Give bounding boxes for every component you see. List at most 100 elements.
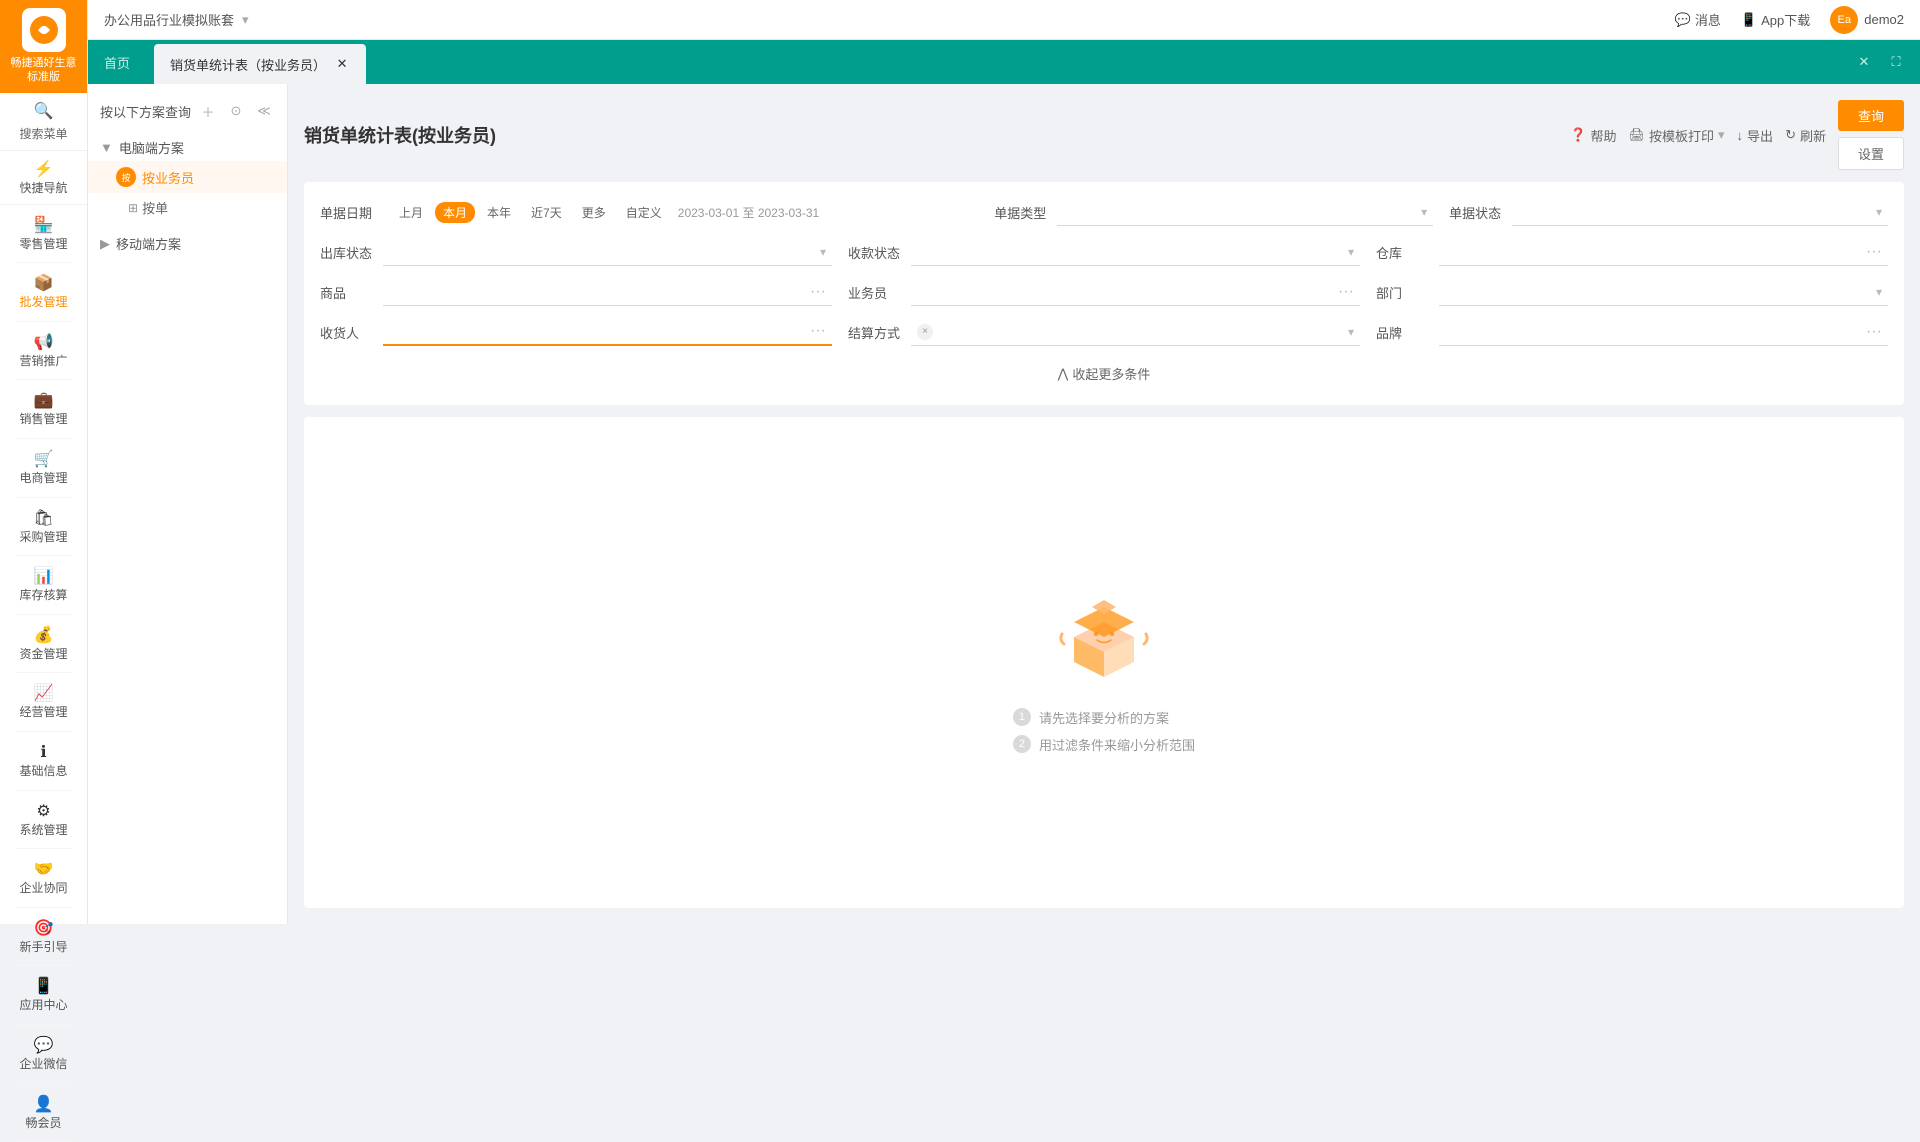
sidebar-item-sales[interactable]: 💼 销售管理 [15,380,71,439]
operation-label: 经营管理 [19,705,67,721]
help-btn[interactable]: ❓ 帮助 [1570,126,1616,145]
module-dropdown-icon[interactable]: ▾ [242,12,249,28]
date-tab-本年[interactable]: 本年 [479,202,519,223]
finance-icon: 💰 [34,625,54,645]
avatar-text: Ea [1838,14,1851,26]
by-salesman-label: 按业务员 [142,168,194,187]
print-label: 按模板打印 [1649,126,1714,145]
tip-1-num: 1 [1013,708,1031,726]
salesman-dots: ··· [1338,283,1354,301]
sidebar-item-ecommerce[interactable]: 🛒 电商管理 [15,439,71,498]
print-btn[interactable]: 🖨 按模板打印 ▾ [1628,126,1724,145]
left-panel-actions: ＋ ⊙ ≪ [197,100,275,122]
sidebar-item-system[interactable]: ⚙ 系统管理 [15,791,71,850]
brand-input[interactable]: ··· [1439,318,1888,346]
doc-type-input[interactable]: ▾ [1057,198,1433,226]
query-btn[interactable]: 查询 [1838,100,1904,131]
desktop-scheme-arrow: ▼ [100,140,113,155]
sidebar-item-enterprise[interactable]: 🤝 企业协同 [15,849,71,908]
logo-area[interactable]: 畅捷通好生意 标准版 [0,0,87,93]
system-label: 系统管理 [19,823,67,839]
empty-tips: 1 请先选择要分析的方案 2 用过滤条件来缩小分析范围 [1013,708,1195,754]
appstore-label: 应用中心 [19,998,67,1014]
by-order-scheme[interactable]: ⊞ 按单 [88,193,287,222]
recipient-input[interactable]: ··· [383,318,832,346]
inventory-icon: 📊 [34,566,54,586]
edit-scheme-btn[interactable]: ⊙ [225,100,247,122]
refresh-label: 刷新 [1800,126,1826,145]
sub-icon: ⊞ [128,201,138,215]
by-salesman-scheme[interactable]: 按 按业务员 [88,161,287,193]
payment-input[interactable]: ▾ [911,238,1360,266]
sidebar-item-wholesale[interactable]: 📦 批发管理 [15,263,71,322]
sidebar-item-newbie[interactable]: 🎯 新手引导 [15,908,71,967]
tab-close-window-btn[interactable]: ✕ [1852,50,1876,74]
setting-btn[interactable]: 设置 [1838,137,1904,170]
sidebar-item-purchase[interactable]: 🛍 采购管理 [15,498,71,557]
newbie-label: 新手引导 [19,940,67,956]
tab-sales-stat[interactable]: 销货单统计表（按业务员） ✕ [154,44,366,84]
top-bar-left: 办公用品行业模拟账套 ▾ [104,10,249,29]
filter-area: 单据日期 上月本月本年近7天更多自定义 2023-03-01 至 2023-03… [304,182,1904,405]
delivery-input[interactable]: ▾ [383,238,832,266]
sidebar-item-inventory[interactable]: 📊 库存核算 [15,556,71,615]
enterprise-icon: 🤝 [34,859,54,879]
app-download-btn[interactable]: 📱 App下载 [1741,10,1810,29]
sidebar-item-retail[interactable]: 🏪 零售管理 [15,205,71,264]
add-scheme-btn[interactable]: ＋ [197,100,219,122]
desktop-scheme-header[interactable]: ▼ 电脑端方案 [88,134,287,161]
sidebar-search-section[interactable]: 🔍 搜索菜单 [0,93,87,151]
tab-close-btn[interactable]: ✕ [334,56,350,72]
sidebar-item-basic[interactable]: ℹ 基础信息 [15,732,71,791]
sidebar-item-wechat[interactable]: 💬 企业微信 [15,1025,71,1084]
sidebar-item-operation[interactable]: 📈 经营管理 [15,673,71,732]
delivery-chevron: ▾ [820,245,826,259]
logo-text: 畅捷通好生意 标准版 [4,56,83,85]
collapse-row: ⋀ 收起更多条件 [320,358,1888,389]
salesman-input[interactable]: ··· [911,278,1360,306]
goods-dots: ··· [810,283,826,301]
basic-icon: ℹ [40,742,46,762]
sidebar-item-finance[interactable]: 💰 资金管理 [15,615,71,674]
sidebar-item-marketing[interactable]: 📢 营销推广 [15,322,71,381]
date-filter-item: 单据日期 上月本月本年近7天更多自定义 2023-03-01 至 2023-03… [320,202,978,223]
enterprise-label: 企业协同 [19,881,67,897]
system-icon: ⚙ [36,801,50,821]
user-profile-btn[interactable]: Ea demo2 [1830,6,1904,34]
warehouse-input[interactable]: ··· [1439,238,1888,266]
date-tab-本月[interactable]: 本月 [435,202,475,223]
message-btn[interactable]: 💬 消息 [1675,10,1721,29]
marketing-label: 营销推广 [19,354,67,370]
sidebar: 畅捷通好生意 标准版 🔍 搜索菜单 ⚡ 快捷导航 🏪 零售管理 📦 批发管理 📢… [0,0,88,924]
date-tab-上月[interactable]: 上月 [391,202,431,223]
mobile-scheme-header[interactable]: ▶ 移动端方案 [100,230,275,257]
tab-home[interactable]: 首页 [88,40,146,84]
print-icon: 🖨 [1628,127,1645,143]
settlement-clear-btn[interactable]: × [917,324,933,340]
collapse-btn[interactable]: ⋀ 收起更多条件 [1042,358,1167,389]
sidebar-quick-nav[interactable]: ⚡ 快捷导航 [0,151,87,205]
tab-maximize-btn[interactable]: ⛶ [1884,50,1908,74]
settlement-chevron: ▾ [1348,325,1354,339]
goods-input[interactable]: ··· [383,278,832,306]
collapse-panel-btn[interactable]: ≪ [253,100,275,122]
refresh-btn[interactable]: ↻ 刷新 [1785,126,1826,145]
sidebar-item-member[interactable]: 👤 畅会员 [15,1084,71,1142]
date-tab-自定义[interactable]: 自定义 [618,202,670,223]
date-tab-近7天[interactable]: 近7天 [523,202,570,223]
settlement-input[interactable]: × ▾ [911,318,1360,346]
retail-label: 零售管理 [19,237,67,253]
department-input[interactable]: ▾ [1439,278,1888,306]
warehouse-dots: ··· [1866,243,1882,261]
date-tab-更多[interactable]: 更多 [574,202,614,223]
date-filter-label: 单据日期 [320,203,375,222]
right-panel: 销货单统计表(按业务员) ❓ 帮助 🖨 按模板打印 ▾ ↓ 导出 [288,84,1920,924]
doc-type-filter-item: 单据类型 ▾ [994,198,1433,226]
user-name-label: demo2 [1864,12,1904,27]
doc-status-chevron: ▾ [1876,205,1882,219]
retail-icon: 🏪 [34,215,54,235]
doc-status-input[interactable]: ▾ [1512,198,1888,226]
sidebar-item-appstore[interactable]: 📱 应用中心 [15,966,71,1025]
print-dropdown-icon[interactable]: ▾ [1718,127,1725,143]
export-btn[interactable]: ↓ 导出 [1737,126,1774,145]
